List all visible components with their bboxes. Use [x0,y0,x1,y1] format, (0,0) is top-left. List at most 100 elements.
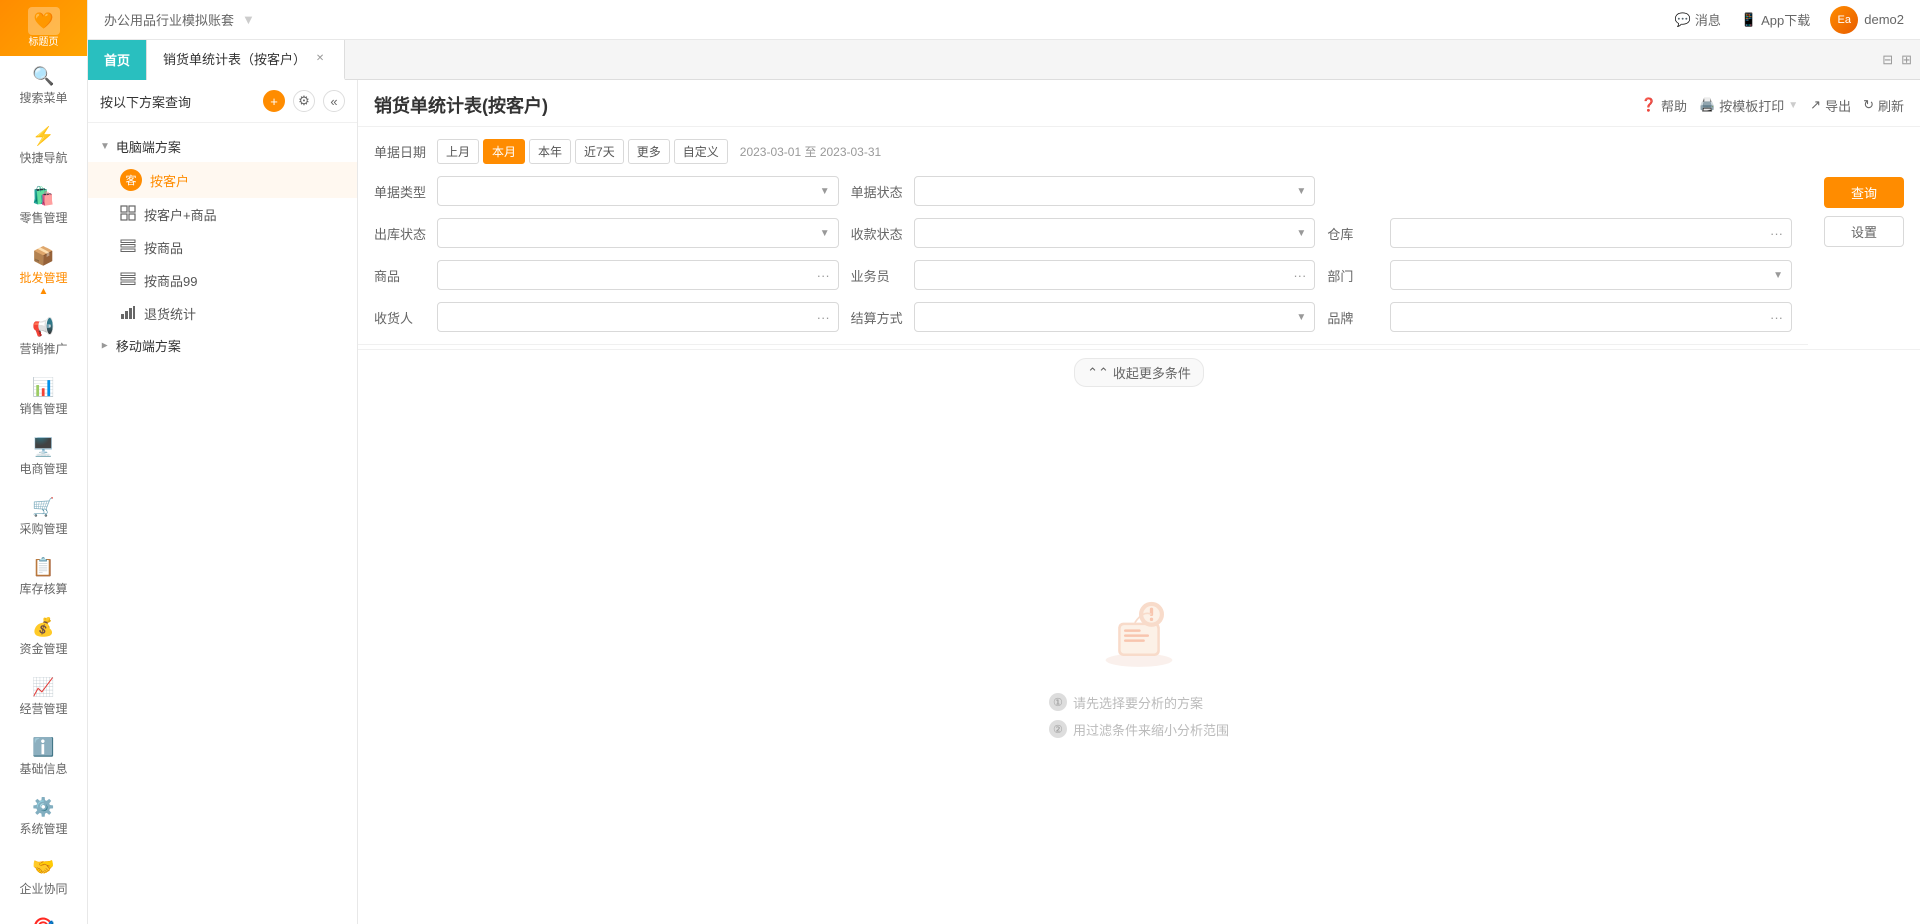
message-button[interactable]: 💬 消息 [1675,10,1721,29]
print-chevron-icon: ▼ [1788,100,1798,111]
settlement-input[interactable]: ▼ [914,302,1316,332]
empty-illustration [1089,581,1189,681]
tree-item-by-product[interactable]: 按商品 [88,231,357,264]
last-month-btn[interactable]: 上月 [437,139,479,164]
outbound-status-input[interactable]: ▼ [437,218,839,248]
brand-input[interactable]: ··· [1390,302,1792,332]
sidebar-item-retail[interactable]: 🛍️ 零售管理 [0,176,87,236]
marketing-icon: 📢 [32,317,54,338]
warehouse-field: 仓库 ··· [1327,218,1792,248]
this-year-btn[interactable]: 本年 [529,139,571,164]
tree-item-return-stat[interactable]: 退货统计 [88,297,357,330]
export-button[interactable]: ↗ 导出 [1810,96,1851,115]
sidebar-item-wholesale[interactable]: 📦 批发管理 ▲ [0,236,87,307]
product-input[interactable]: ··· [437,260,839,290]
app-logo: 🧡 标题页 [0,0,88,56]
outbound-chevron-icon: ▼ [820,228,830,239]
tree-item-by-product-99[interactable]: 按商品99 [88,264,357,297]
doc-status-input[interactable]: ▼ [914,176,1316,206]
settlement-label: 结算方式 [851,308,906,327]
tab-maximize-icon[interactable]: ⊞ [1901,52,1912,68]
more-btn[interactable]: 更多 [628,139,670,164]
empty-state: ① 请先选择要分析的方案 ② 用过滤条件来缩小分析范围 [358,395,1920,924]
collection-status-field: 收款状态 ▼ [851,218,1316,248]
sidebar-item-label: 销售管理 [19,400,67,417]
salesperson-input[interactable]: ··· [914,260,1316,290]
filter-row-5: 收货人 ··· 结算方式 ▼ [374,302,1792,332]
left-panel: 按以下方案查询 + ⚙ « ▼ 电脑端方案 客 按客户 [88,80,358,924]
tree-arrow-icon: ▼ [100,141,110,152]
collapse-panel-button[interactable]: « [323,90,345,112]
last-7days-btn[interactable]: 近7天 [575,139,624,164]
sidebar-item-quick-nav[interactable]: ⚡ 快捷导航 [0,116,87,176]
sidebar-item-guide[interactable]: 🎯 新手引导 [0,907,87,924]
custom-btn[interactable]: 自定义 [674,139,728,164]
quick-nav-icon: ⚡ [32,126,54,147]
doc-type-input[interactable]: ▼ [437,176,839,206]
empty-tips: ① 请先选择要分析的方案 ② 用过滤条件来缩小分析范围 [1049,693,1229,739]
sidebar-item-inventory[interactable]: 📋 库存核算 [0,547,87,607]
main-wrapper: 办公用品行业模拟账套 ▼ 💬 消息 📱 App下载 Ea demo2 首页 [88,0,1920,924]
settings-button[interactable]: 设置 [1824,216,1904,247]
sidebar-item-operations[interactable]: 📈 经营管理 [0,667,87,727]
sidebar-item-basic-info[interactable]: ℹ️ 基础信息 [0,727,87,787]
tree-item-by-customer-product[interactable]: 按客户+商品 [88,198,357,231]
app-download-button[interactable]: 📱 App下载 [1741,10,1810,29]
message-icon: 💬 [1675,12,1691,28]
refresh-button[interactable]: ↻ 刷新 [1863,96,1904,115]
avatar: Ea [1830,6,1858,34]
sidebar-item-enterprise[interactable]: 🤝 企业协同 [0,847,87,907]
tab-minimize-icon[interactable]: ⊟ [1882,52,1893,68]
header-breadcrumb-area: 办公用品行业模拟账套 ▼ [104,10,255,29]
avatar-initials: Ea [1838,14,1851,26]
left-panel-actions: + ⚙ « [263,90,345,112]
tab-home[interactable]: 首页 [88,40,147,80]
product-icon [120,238,136,257]
basic-info-icon: ℹ️ [32,737,54,758]
user-profile[interactable]: Ea demo2 [1830,6,1904,34]
collection-status-input[interactable]: ▼ [914,218,1316,248]
brand-label: 品牌 [1327,308,1382,327]
empty-tip-1-text: 请先选择要分析的方案 [1073,693,1203,712]
customer-product-icon [120,205,136,224]
add-scheme-button[interactable]: + [263,90,285,112]
date-buttons: 上月 本月 本年 近7天 更多 自定义 [437,139,728,164]
receiver-label: 收货人 [374,308,429,327]
outbound-status-label: 出库状态 [374,224,429,243]
warehouse-input[interactable]: ··· [1390,218,1792,248]
page-content: 按以下方案查询 + ⚙ « ▼ 电脑端方案 客 按客户 [88,80,1920,924]
brand-dots-icon: ··· [1770,310,1783,325]
this-month-btn[interactable]: 本月 [483,139,525,164]
sidebar-item-search[interactable]: 🔍 搜索菜单 [0,56,87,116]
tab-sales-stat[interactable]: 销货单统计表（按客户） ✕ [147,40,345,80]
print-button[interactable]: 🖨️ 按模板打印 ▼ [1699,96,1798,115]
sidebar-item-purchase[interactable]: 🛒 采购管理 [0,487,87,547]
empty-tip-2: ② 用过滤条件来缩小分析范围 [1049,720,1229,739]
sidebar-item-marketing[interactable]: 📢 营销推广 [0,307,87,367]
sidebar-item-sales[interactable]: 📊 销售管理 [0,367,87,427]
tree-item-by-product-label: 按商品 [144,238,183,257]
sidebar-item-finance[interactable]: 💰 资金管理 [0,607,87,667]
query-button[interactable]: 查询 [1824,177,1904,208]
tree-item-by-customer[interactable]: 客 按客户 [88,162,357,198]
sidebar-item-system[interactable]: ⚙️ 系统管理 [0,787,87,847]
tree-section-pc-header[interactable]: ▼ 电脑端方案 [88,131,357,162]
empty-tip-2-text: 用过滤条件来缩小分析范围 [1073,720,1229,739]
settings-scheme-button[interactable]: ⚙ [293,90,315,112]
collection-status-label: 收款状态 [851,224,906,243]
tree-item-by-customer-label: 按客户 [150,171,189,190]
tree-section-pc-label: 电脑端方案 [116,137,181,156]
collapse-more-button[interactable]: ⌃⌃ 收起更多条件 [1074,358,1204,387]
help-button[interactable]: ❓ 帮助 [1641,96,1687,115]
help-icon: ❓ [1641,97,1657,113]
tab-bar: 首页 销货单统计表（按客户） ✕ ⊟ ⊞ [88,40,1920,80]
sidebar-item-ecommerce[interactable]: 🖥️ 电商管理 [0,427,87,487]
tree-section-mobile-label: 移动端方案 [116,336,181,355]
date-range-display: 2023-03-01 至 2023-03-31 [740,143,881,160]
department-input[interactable]: ▼ [1390,260,1792,290]
action-column: 查询 设置 [1808,127,1920,345]
receiver-input[interactable]: ··· [437,302,839,332]
refresh-label: 刷新 [1878,96,1904,115]
tab-close-icon[interactable]: ✕ [312,51,328,67]
tree-section-mobile-header[interactable]: ▼ 移动端方案 [88,330,357,361]
